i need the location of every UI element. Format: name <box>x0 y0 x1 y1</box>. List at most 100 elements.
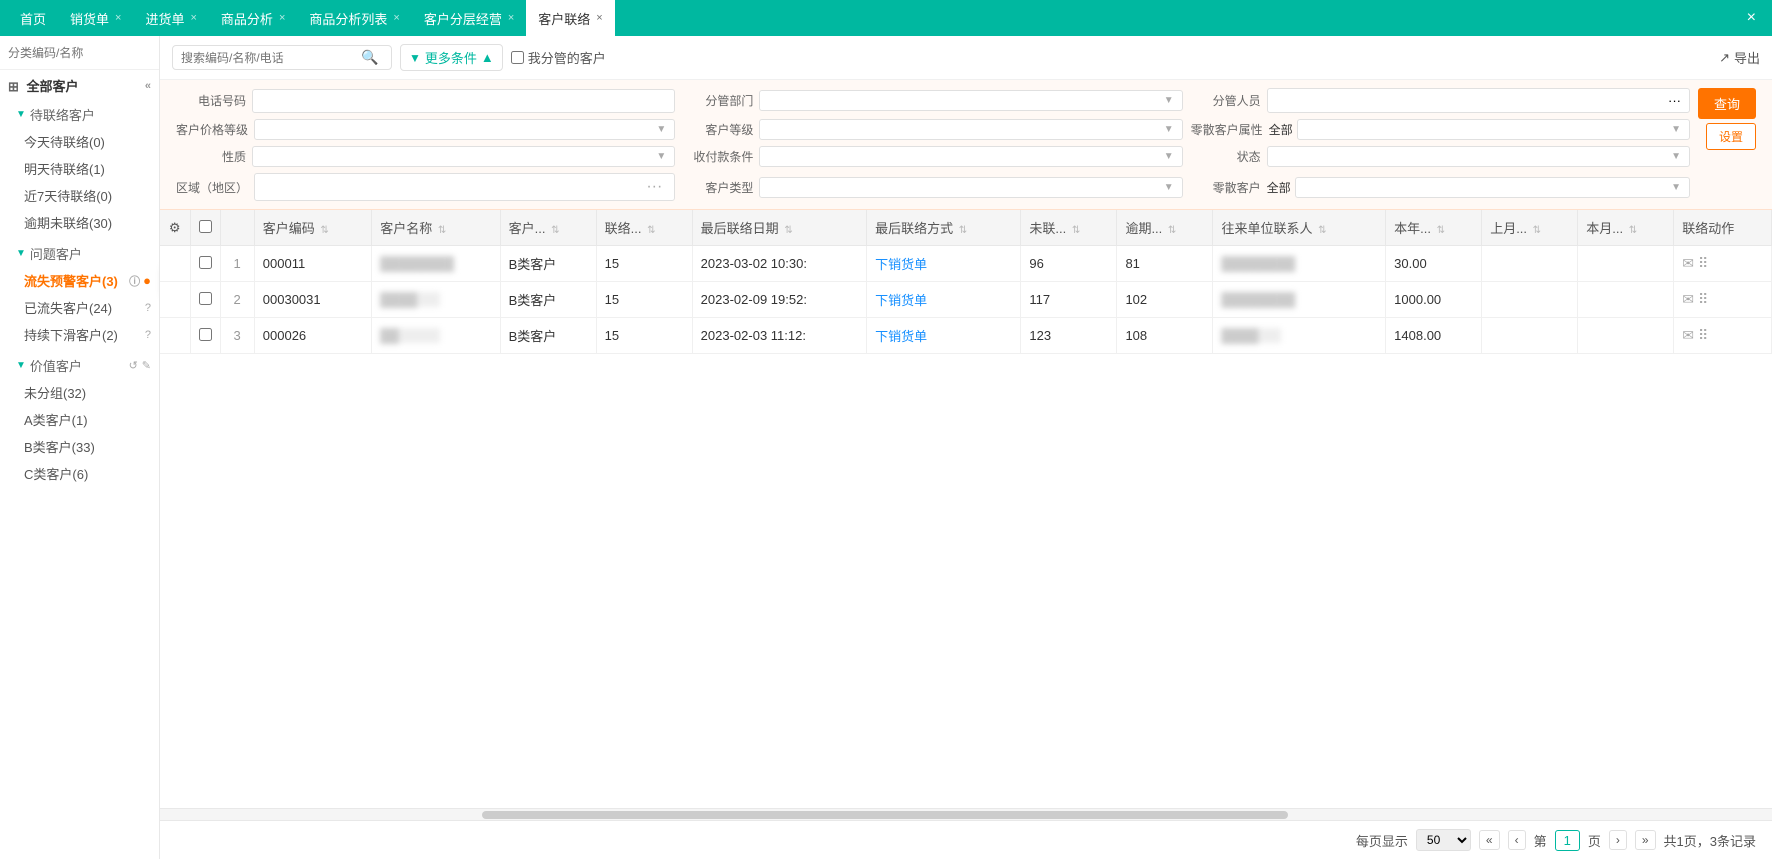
sidebar-all-customers[interactable]: ⊞ 全部客户 « <box>0 70 159 101</box>
sidebar-item-overdue[interactable]: 逾期未联络(30) <box>0 209 159 236</box>
first-page-button[interactable]: « <box>1479 830 1500 850</box>
sidebar-item-today[interactable]: 今天待联络(0) <box>0 128 159 155</box>
sort-icon-this-month[interactable]: ⇅ <box>1629 225 1637 236</box>
col-unit-contact-header[interactable]: 往来单位联系人 ⇅ <box>1213 210 1386 246</box>
question-icon[interactable]: ? <box>145 302 151 314</box>
sidebar-collapse-icon[interactable]: « <box>145 80 151 92</box>
col-last-date-header[interactable]: 最后联络日期 ⇅ <box>692 210 866 246</box>
sidebar-group-value-title[interactable]: ▼ 价值客户 ↺ ✎ <box>0 352 159 379</box>
sidebar-item-tomorrow[interactable]: 明天待联络(1) <box>0 155 159 182</box>
filter-customer-type-select[interactable]: ▼ <box>759 177 1182 198</box>
close-all-tabs-button[interactable]: × <box>1739 9 1764 27</box>
sort-icon-last-method[interactable]: ⇅ <box>959 225 967 236</box>
col-last-month-header[interactable]: 上月... ⇅ <box>1482 210 1578 246</box>
col-this-year-header[interactable]: 本年... ⇅ <box>1386 210 1482 246</box>
filter-customer-level-select[interactable]: ▼ <box>759 119 1182 140</box>
more-conditions-button[interactable]: ▼ 更多条件 ▲ <box>400 44 503 71</box>
contact-icon-1[interactable]: ✉ <box>1682 255 1694 272</box>
nav-tab-customer-contact[interactable]: 客户联络 × <box>526 0 614 36</box>
close-sales-tab-icon[interactable]: × <box>115 12 121 24</box>
filter-zero-attr-select[interactable]: ▼ <box>1297 119 1690 140</box>
sidebar-item-ungrouped[interactable]: 未分组(32) <box>0 379 159 406</box>
filter-nature-select[interactable]: ▼ <box>252 146 675 167</box>
more-icon[interactable]: ··· <box>642 178 666 196</box>
filter-payment-select[interactable]: ▼ <box>759 146 1182 167</box>
my-customers-checkbox-wrap[interactable]: 我分管的客户 <box>511 48 606 67</box>
close-purchase-tab-icon[interactable]: × <box>190 12 196 24</box>
sidebar-search-input[interactable] <box>8 46 160 60</box>
row-checkbox-3[interactable] <box>199 328 212 341</box>
contact-icon-2[interactable]: ✉ <box>1682 291 1694 308</box>
refresh-icon[interactable]: ↺ <box>129 359 138 372</box>
sort-icon-unit-contact[interactable]: ⇅ <box>1318 225 1326 236</box>
last-method-link-1[interactable]: 下销货单 <box>875 257 927 272</box>
col-code-header[interactable]: 客户编码 ⇅ <box>254 210 372 246</box>
sort-icon-name[interactable]: ⇅ <box>438 225 446 236</box>
sidebar-group-problem-title[interactable]: ▼ 问题客户 <box>0 240 159 267</box>
filter-status-select[interactable]: ▼ <box>1267 146 1690 167</box>
search-input[interactable] <box>181 51 361 65</box>
nav-tab-sales[interactable]: 销货单 × <box>58 0 133 36</box>
close-product-analysis-tab-icon[interactable]: × <box>279 12 285 24</box>
nav-tab-product-analysis[interactable]: 商品分析 × <box>209 0 297 36</box>
my-customers-checkbox[interactable] <box>511 51 524 64</box>
question-icon-2[interactable]: ? <box>145 329 151 341</box>
filter-dept-select[interactable]: ▼ <box>759 90 1182 111</box>
col-not-contacted-header[interactable]: 未联... ⇅ <box>1021 210 1117 246</box>
last-page-button[interactable]: » <box>1635 830 1656 850</box>
next-page-button[interactable]: › <box>1609 830 1627 850</box>
last-method-link-2[interactable]: 下销货单 <box>875 293 927 308</box>
sidebar-item-class-c[interactable]: C类客户(6) <box>0 460 159 487</box>
filter-price-level-select[interactable]: ▼ <box>254 119 675 140</box>
col-name-header[interactable]: 客户名称 ⇅ <box>372 210 500 246</box>
more-action-icon-1[interactable]: ⠿ <box>1698 255 1708 272</box>
sidebar-item-class-b[interactable]: B类客户(33) <box>0 433 159 460</box>
filter-zero-customer-select[interactable]: ▼ <box>1295 177 1690 198</box>
scrollbar-thumb[interactable] <box>482 811 1288 819</box>
export-button[interactable]: ↗ 导出 <box>1719 48 1760 67</box>
col-this-month-header[interactable]: 本月... ⇅ <box>1578 210 1674 246</box>
sort-icon-contact-num[interactable]: ⇅ <box>647 225 655 236</box>
query-button[interactable]: 查询 <box>1698 88 1756 119</box>
last-method-link-3[interactable]: 下销货单 <box>875 329 927 344</box>
table-settings-icon[interactable]: ⚙ <box>169 220 181 235</box>
filter-manager-select[interactable]: ··· <box>1267 88 1690 113</box>
select-all-checkbox[interactable] <box>199 220 212 233</box>
sort-icon-type[interactable]: ⇅ <box>551 225 559 236</box>
sidebar-item-churned[interactable]: 已流失客户(24) ? <box>0 294 159 321</box>
sidebar-group-pending-title[interactable]: ▼ 待联络客户 <box>0 101 159 128</box>
sidebar-item-class-a[interactable]: A类客户(1) <box>0 406 159 433</box>
sort-icon-not-contacted[interactable]: ⇅ <box>1072 225 1080 236</box>
sort-icon-this-year[interactable]: ⇅ <box>1437 225 1445 236</box>
sidebar-item-churn-warning[interactable]: 流失预警客户(3) ⓘ ● <box>0 267 159 294</box>
horizontal-scrollbar[interactable] <box>160 808 1772 820</box>
close-customer-contact-tab-icon[interactable]: × <box>596 12 602 24</box>
more-action-icon-2[interactable]: ⠿ <box>1698 291 1708 308</box>
sort-icon-last-date[interactable]: ⇅ <box>784 225 792 236</box>
sidebar-item-declining[interactable]: 持续下滑客户(2) ? <box>0 321 159 348</box>
col-overdue-header[interactable]: 逾期... ⇅ <box>1117 210 1213 246</box>
col-type-header[interactable]: 客户... ⇅ <box>500 210 596 246</box>
info-icon[interactable]: ⓘ <box>129 273 140 289</box>
edit-icon[interactable]: ✎ <box>142 359 151 372</box>
col-contact-num-header[interactable]: 联络... ⇅ <box>596 210 692 246</box>
close-customer-tier-tab-icon[interactable]: × <box>508 12 514 24</box>
nav-tab-customer-tier[interactable]: 客户分层经营 × <box>412 0 526 36</box>
sort-icon-overdue[interactable]: ⇅ <box>1168 225 1176 236</box>
row-checkbox-2[interactable] <box>199 292 212 305</box>
settings-button[interactable]: 设置 <box>1706 123 1756 150</box>
sidebar-item-7days[interactable]: 近7天待联络(0) <box>0 182 159 209</box>
sort-icon-code[interactable]: ⇅ <box>320 225 328 236</box>
nav-tab-product-list[interactable]: 商品分析列表 × <box>297 0 411 36</box>
nav-tab-home[interactable]: 首页 <box>8 0 58 36</box>
search-icon[interactable]: 🔍 <box>361 49 378 66</box>
per-page-select[interactable]: 50 100 200 <box>1416 829 1471 851</box>
prev-page-button[interactable]: ‹ <box>1508 830 1526 850</box>
close-product-list-tab-icon[interactable]: × <box>393 12 399 24</box>
filter-region-select[interactable]: ··· <box>254 173 675 201</box>
nav-tab-purchase[interactable]: 进货单 × <box>133 0 208 36</box>
contact-icon-3[interactable]: ✉ <box>1682 327 1694 344</box>
col-last-method-header[interactable]: 最后联络方式 ⇅ <box>867 210 1021 246</box>
filter-phone-input[interactable] <box>252 89 675 113</box>
sort-icon-last-month[interactable]: ⇅ <box>1533 225 1541 236</box>
